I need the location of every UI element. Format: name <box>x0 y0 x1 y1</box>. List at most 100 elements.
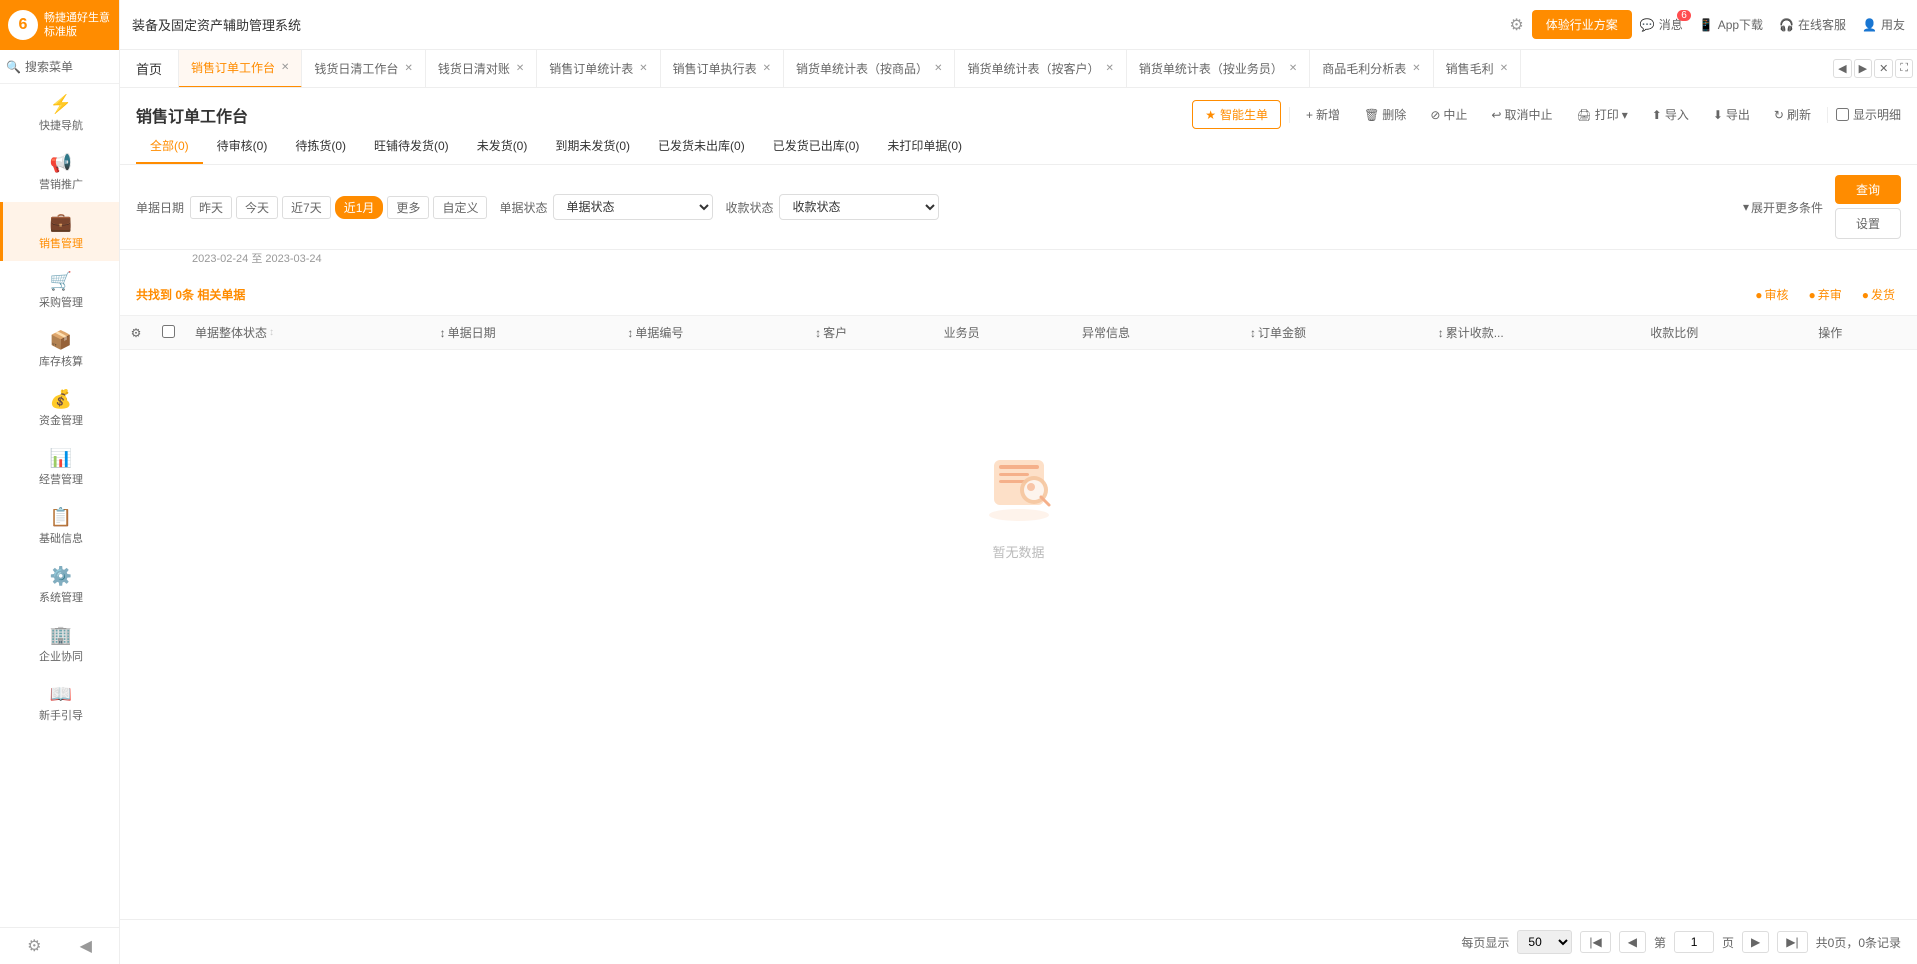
th-settings[interactable]: ⚙ <box>120 316 152 350</box>
import-button[interactable]: ⬆ 导入 <box>1644 101 1697 128</box>
date-tag-近7天[interactable]: 近7天 <box>282 196 331 219</box>
online-service-item[interactable]: 🎧 在线客服 <box>1779 16 1846 33</box>
tabs-bar: 首页 销售订单工作台✕钱货日清工作台✕钱货日清对账✕销售订单统计表✕销售订单执行… <box>120 50 1917 88</box>
sidebar-item-operations[interactable]: 📊 经营管理 <box>0 438 119 497</box>
date-tag-昨天[interactable]: 昨天 <box>190 196 232 219</box>
tab-sales-order-workbench[interactable]: 销售订单工作台✕ <box>179 50 302 88</box>
sidebar-item-enterprise[interactable]: 🏢 企业协同 <box>0 615 119 674</box>
sidebar-item-sales[interactable]: 💼 销售管理 <box>0 202 119 261</box>
filter-setting-button[interactable]: 设置 <box>1835 208 1901 239</box>
sub-tab-shipped-out[interactable]: 已发货已出库(0) <box>759 129 874 164</box>
tab-cash-daily[interactable]: 钱货日清工作台✕ <box>302 50 425 88</box>
tab-label-sales-summary-staff: 销货单统计表（按业务员） <box>1139 60 1283 77</box>
sidebar-item-inventory[interactable]: 📦 库存核算 <box>0 320 119 379</box>
sub-tab-not-printed[interactable]: 未打印单据(0) <box>873 129 976 164</box>
tab-sales-stat[interactable]: 销售订单统计表✕ <box>537 50 660 88</box>
refresh-button[interactable]: ↻ 刷新 <box>1766 101 1819 128</box>
tab-close-product-margin[interactable]: ✕ <box>1412 63 1420 74</box>
date-tag-今天[interactable]: 今天 <box>236 196 278 219</box>
tab-prev-button[interactable]: ◀ <box>1833 59 1851 78</box>
expand-icon: ▾ <box>1743 200 1749 214</box>
sort-date-icon[interactable]: ↕ <box>440 326 446 340</box>
th-checkbox[interactable] <box>152 316 185 350</box>
page-size-select[interactable]: 50 10 20 100 <box>1517 930 1572 954</box>
sub-tab-overdue-unshipped[interactable]: 到期未发货(0) <box>541 129 644 164</box>
status-filter-select[interactable]: 单据状态 <box>553 194 713 220</box>
tab-close-sales-summary-customer[interactable]: ✕ <box>1105 63 1113 74</box>
sidebar-item-marketing[interactable]: 📢 营销推广 <box>0 143 119 202</box>
topbar-settings-icon[interactable]: ⚙ <box>1509 15 1523 35</box>
cancel-stop-button[interactable]: ↩ 取消中止 <box>1483 101 1560 128</box>
collapse-icon[interactable]: ◀ <box>80 936 92 956</box>
sidebar-item-basic-info[interactable]: 📋 基础信息 <box>0 497 119 556</box>
sort-number-icon[interactable]: ↕ <box>627 326 633 340</box>
sidebar-search[interactable]: 🔍 搜索菜单 <box>0 50 119 84</box>
reject-button[interactable]: ● 弃审 <box>1802 282 1847 307</box>
count-value: 0条 <box>175 288 194 302</box>
tab-fullscreen-button[interactable]: ⛶ <box>1895 59 1913 78</box>
date-tag-更多[interactable]: 更多 <box>387 196 429 219</box>
nav-label-operations: 经营管理 <box>39 471 83 487</box>
user-item[interactable]: 👤 用友 <box>1862 16 1905 33</box>
sort-status-icon[interactable]: ↕ <box>269 327 274 338</box>
tab-sales-summary-product[interactable]: 销货单统计表（按商品）✕ <box>784 50 955 88</box>
sub-tab-all[interactable]: 全部(0) <box>136 129 203 164</box>
query-button[interactable]: 查询 <box>1835 175 1901 204</box>
prev-page-button[interactable]: ◀ <box>1619 931 1646 953</box>
sort-amount-icon[interactable]: ↕ <box>1250 326 1256 340</box>
tab-sales-gross[interactable]: 销售毛利✕ <box>1434 50 1521 88</box>
sidebar-item-finance[interactable]: 💰 资金管理 <box>0 379 119 438</box>
sub-tab-not-shipped[interactable]: 未发货(0) <box>463 129 542 164</box>
sidebar-item-system[interactable]: ⚙️ 系统管理 <box>0 556 119 615</box>
tab-close-cash-daily[interactable]: ✕ <box>404 63 412 74</box>
tab-close-all-button[interactable]: ✕ <box>1874 59 1893 78</box>
date-tag-近1月[interactable]: 近1月 <box>335 196 384 219</box>
tab-cash-reconcile[interactable]: 钱货日清对账✕ <box>426 50 537 88</box>
tab-close-cash-reconcile[interactable]: ✕ <box>516 63 524 74</box>
review-button[interactable]: ● 审核 <box>1749 282 1794 307</box>
tab-close-sales-exec[interactable]: ✕ <box>763 63 771 74</box>
date-tag-自定义[interactable]: 自定义 <box>433 196 487 219</box>
first-page-button[interactable]: |◀ <box>1580 931 1610 953</box>
select-all-checkbox[interactable] <box>162 325 175 338</box>
tab-sales-summary-staff[interactable]: 销货单统计表（按业务员） ✕ <box>1127 50 1310 88</box>
sub-tab-shipped-not-out[interactable]: 已发货未出库(0) <box>644 129 759 164</box>
delete-button[interactable]: 🗑 删除 <box>1356 101 1414 128</box>
expand-filter-button[interactable]: ▾ 展开更多条件 <box>1743 199 1823 216</box>
tab-next-button[interactable]: ▶ <box>1854 59 1872 78</box>
last-page-button[interactable]: ▶| <box>1777 931 1807 953</box>
pay-status-filter-select[interactable]: 收款状态 <box>779 194 939 220</box>
page-input[interactable] <box>1674 931 1714 953</box>
tab-close-sales-order-workbench[interactable]: ✕ <box>281 62 289 73</box>
app-download-item[interactable]: 📱 App下载 <box>1699 16 1763 33</box>
sort-customer-icon[interactable]: ↕ <box>815 326 821 340</box>
tab-close-sales-gross[interactable]: ✕ <box>1500 63 1508 74</box>
ship-button[interactable]: ● 发货 <box>1856 282 1901 307</box>
stop-button[interactable]: ⊘ 中止 <box>1422 101 1475 128</box>
tab-close-sales-summary-staff[interactable]: ✕ <box>1289 63 1297 74</box>
show-detail-checkbox[interactable] <box>1836 108 1849 121</box>
sub-tab-pending-review[interactable]: 待审核(0) <box>203 129 282 164</box>
export-button[interactable]: ⬇ 导出 <box>1705 101 1758 128</box>
add-button[interactable]: + 新增 <box>1298 101 1348 128</box>
tab-home[interactable]: 首页 <box>120 50 179 88</box>
tab-sales-exec[interactable]: 销售订单执行表✕ <box>661 50 784 88</box>
tab-product-margin[interactable]: 商品毛利分析表✕ <box>1310 50 1433 88</box>
next-page-button[interactable]: ▶ <box>1742 931 1769 953</box>
settings-icon[interactable]: ⚙ <box>27 936 41 956</box>
industry-solution-button[interactable]: 体验行业方案 <box>1532 10 1632 39</box>
sidebar-item-guide[interactable]: 📖 新手引导 <box>0 674 119 733</box>
column-settings-icon[interactable]: ⚙ <box>131 326 142 340</box>
show-detail-label[interactable]: 显示明细 <box>1836 106 1901 123</box>
print-button[interactable]: 🖨 打印 ▾ <box>1568 101 1635 128</box>
sidebar-item-purchase[interactable]: 🛒 采购管理 <box>0 261 119 320</box>
smart-create-button[interactable]: ★ 智能生单 <box>1192 100 1281 129</box>
sub-tab-pending-inspect[interactable]: 待拣货(0) <box>281 129 360 164</box>
sort-collected-icon[interactable]: ↕ <box>1438 326 1444 340</box>
sidebar-item-quick-nav[interactable]: ⚡ 快捷导航 <box>0 84 119 143</box>
tab-sales-summary-customer[interactable]: 销货单统计表（按客户）✕ <box>955 50 1126 88</box>
tab-close-sales-summary-product[interactable]: ✕ <box>934 63 942 74</box>
message-item[interactable]: 💬 消息 6 <box>1640 16 1683 33</box>
sub-tab-wangpu-pending[interactable]: 旺铺待发货(0) <box>360 129 463 164</box>
tab-close-sales-stat[interactable]: ✕ <box>639 63 647 74</box>
